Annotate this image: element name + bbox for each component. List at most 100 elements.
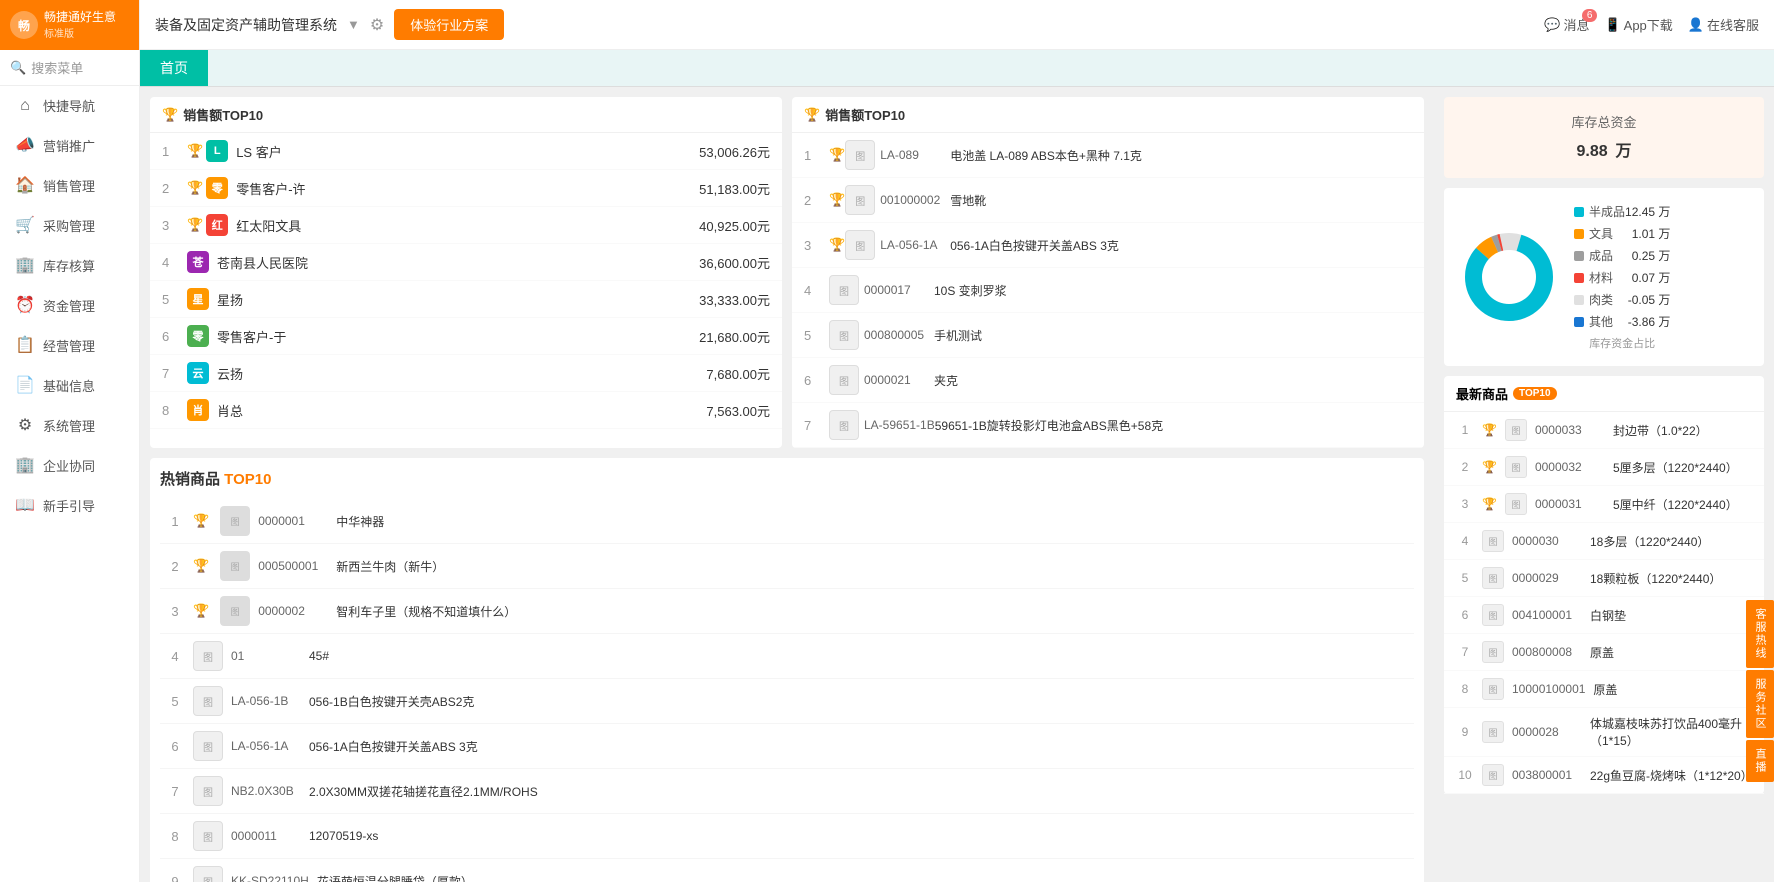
product-code: 000800008 [1512, 645, 1582, 659]
customer-amount: 36,600.00元 [699, 253, 770, 272]
search-label: 搜索菜单 [31, 58, 83, 77]
table-row: 7 图 LA-59651-1B 59651-1B旋转投影灯电池盒ABS黑色+58… [792, 403, 1424, 448]
customer-badge: 零 [187, 325, 209, 347]
customer-amount: 33,333.00元 [699, 290, 770, 309]
customer-name: 星扬 [217, 290, 699, 309]
list-item: 2 🏆 图 000500001 新西兰牛肉（新牛） [160, 544, 1414, 589]
rank-number: 3 [804, 238, 829, 253]
customer-amount: 7,563.00元 [706, 401, 770, 420]
middle-section: 🏆 销售额TOP10 1 🏆 L LS 客户 53,006.26元 2 🏆 零 … [140, 87, 1434, 882]
product-code: LA-056-1A [231, 739, 301, 753]
table-row: 4 图 0000017 10S 变刺罗浆 [792, 268, 1424, 313]
nav-icon-basic-info: 📄 [15, 375, 35, 395]
sidebar-item-sales[interactable]: 🏠销售管理 [0, 165, 139, 205]
list-item: 3 🏆 图 0000031 5厘中纤（1220*2440） [1444, 486, 1764, 523]
sidebar-item-cooperation[interactable]: 🏢企业协同 [0, 445, 139, 485]
product-name: 手机测试 [934, 327, 1412, 344]
rank-number: 4 [1456, 534, 1474, 548]
sidebar-item-finance[interactable]: ⏰资金管理 [0, 285, 139, 325]
nav-label-inventory: 库存核算 [43, 256, 95, 275]
logo-title: 畅捷通好生意 [44, 10, 116, 26]
nav-label-basic-info: 基础信息 [43, 376, 95, 395]
logo-badge: 标准版 [44, 25, 116, 40]
rank-number: 1 [165, 514, 185, 529]
legend-dot [1574, 295, 1584, 305]
settings-icon[interactable]: ⚙ [370, 15, 384, 35]
tab-home[interactable]: 首页 [140, 50, 208, 86]
chart-legend: 半成品 12.45 万 文具 1.01 万 成品 0.25 万 材料 0.07 … [1574, 203, 1670, 330]
upper-columns: 🏆 销售额TOP10 1 🏆 L LS 客户 53,006.26元 2 🏆 零 … [150, 97, 1424, 448]
list-item: 6 图 LA-056-1A 056-1A白色按键开关盖ABS 3克 [160, 724, 1414, 769]
product-code: KK-SD22110H [231, 874, 309, 882]
live-button[interactable]: 直播 [1746, 740, 1774, 782]
table-row: 3 🏆 图 LA-056-1A 056-1A白色按键开关盖ABS 3克 [792, 223, 1424, 268]
dropdown-icon[interactable]: ▼ [347, 17, 360, 32]
sidebar-item-basic-info[interactable]: 📄 基础信息 [0, 365, 139, 405]
sidebar-item-system[interactable]: ⚙系统管理 [0, 405, 139, 445]
system-name: 装备及固定资产辅助管理系统 [155, 15, 337, 35]
trophy-icon: 🏆 [1482, 460, 1497, 474]
experience-button[interactable]: 体验行业方案 [394, 9, 504, 40]
nav-label-system: 系统管理 [43, 416, 95, 435]
list-item: 2 🏆 图 0000032 5厘多层（1220*2440） [1444, 449, 1764, 486]
product-name: 056-1A白色按键开关盖ABS 3克 [309, 738, 1409, 755]
list-item: 10 图 003800001 22g鱼豆腐-烧烤味（1*12*20） [1444, 757, 1764, 794]
list-item: 7 图 NB2.0X30B 2.0X30MM双搓花轴搓花直径2.1MM/ROHS [160, 769, 1414, 814]
customer-badge: L [206, 140, 228, 162]
customer-amount: 53,006.26元 [699, 142, 770, 161]
product-image: 图 [1482, 604, 1504, 626]
trophy-icon: 🏆 [829, 147, 845, 163]
newest-badge: TOP10 [1513, 387, 1557, 400]
nav-label-operations: 经营管理 [43, 336, 95, 355]
sidebar-item-purchase[interactable]: 🛒采购管理 [0, 205, 139, 245]
service-community-button[interactable]: 服务社区 [1746, 670, 1774, 738]
customer-badge: 苍 [187, 251, 209, 273]
inventory-value: 9.88 万 [1459, 131, 1749, 163]
app-download-button[interactable]: 📱 App下载 [1604, 15, 1672, 34]
product-image: 图 [1505, 493, 1527, 515]
product-image: 图 [1482, 678, 1504, 700]
nav-icon-inventory: 🏢 [15, 255, 35, 275]
trophy-icon: 🏆 [193, 513, 209, 529]
top-sold-title: 销售额TOP10 [825, 105, 905, 124]
product-code: 0000028 [1512, 725, 1582, 739]
customer-hotline-button[interactable]: 客服热线 [1746, 600, 1774, 668]
legend-value: 12.45 万 [1625, 203, 1670, 220]
legend-item: 半成品 12.45 万 [1574, 203, 1670, 220]
newest-products-panel: 最新商品 TOP10 1 🏆 图 0000033 封边带（1.0*22） 2 🏆… [1444, 376, 1764, 794]
sidebar: 畅 畅捷通好生意 标准版 🔍 搜索菜单 ⌂快捷导航📣营销推广🏠销售管理🛒采购管理… [0, 0, 140, 882]
sidebar-item-operations[interactable]: 📋经营管理 [0, 325, 139, 365]
product-image: 图 [1482, 764, 1504, 786]
product-image: 图 [193, 776, 223, 806]
product-image: 图 [845, 230, 875, 260]
list-item: 6 图 004100001 白钢垫 [1444, 597, 1764, 634]
product-code: 000800005 [864, 328, 934, 342]
legend-item: 成品 0.25 万 [1574, 247, 1670, 264]
product-image: 图 [1505, 456, 1527, 478]
sidebar-item-inventory[interactable]: 🏢 库存核算 [0, 245, 139, 285]
product-name: 雪地靴 [950, 192, 1412, 209]
rank-number: 3 [1456, 497, 1474, 511]
product-name: 新西兰牛肉（新牛） [336, 558, 1409, 575]
legend-dot [1574, 317, 1584, 327]
sidebar-item-guide[interactable]: 📖新手引导 [0, 485, 139, 525]
rank-number: 4 [804, 283, 829, 298]
sidebar-item-marketing[interactable]: 📣营销推广 [0, 125, 139, 165]
product-image: 图 [829, 410, 859, 440]
legend-name: 材料 [1589, 269, 1632, 286]
rank-number: 6 [162, 329, 187, 344]
online-service-button[interactable]: 👤 在线客服 [1688, 15, 1759, 34]
list-item: 1 🏆 图 0000001 中华神器 [160, 499, 1414, 544]
newest-products-header: 最新商品 TOP10 [1444, 376, 1764, 412]
sidebar-item-quick-nav[interactable]: ⌂快捷导航 [0, 86, 139, 125]
rank-number: 6 [804, 373, 829, 388]
customer-name: 云扬 [217, 364, 706, 383]
sidebar-search[interactable]: 🔍 搜索菜单 [0, 50, 139, 86]
rank-number: 9 [1456, 725, 1474, 739]
notifications-button[interactable]: 💬 消息 6 [1544, 15, 1589, 34]
topbar: 装备及固定资产辅助管理系统 ▼ ⚙ 体验行业方案 💬 消息 6 📱 App下载 … [140, 0, 1774, 50]
product-image: 图 [220, 506, 250, 536]
list-item: 8 图 0000011 12070519-xs [160, 814, 1414, 859]
product-code: 0000030 [1512, 534, 1582, 548]
inventory-total-panel: 库存总资金 9.88 万 [1444, 97, 1764, 178]
